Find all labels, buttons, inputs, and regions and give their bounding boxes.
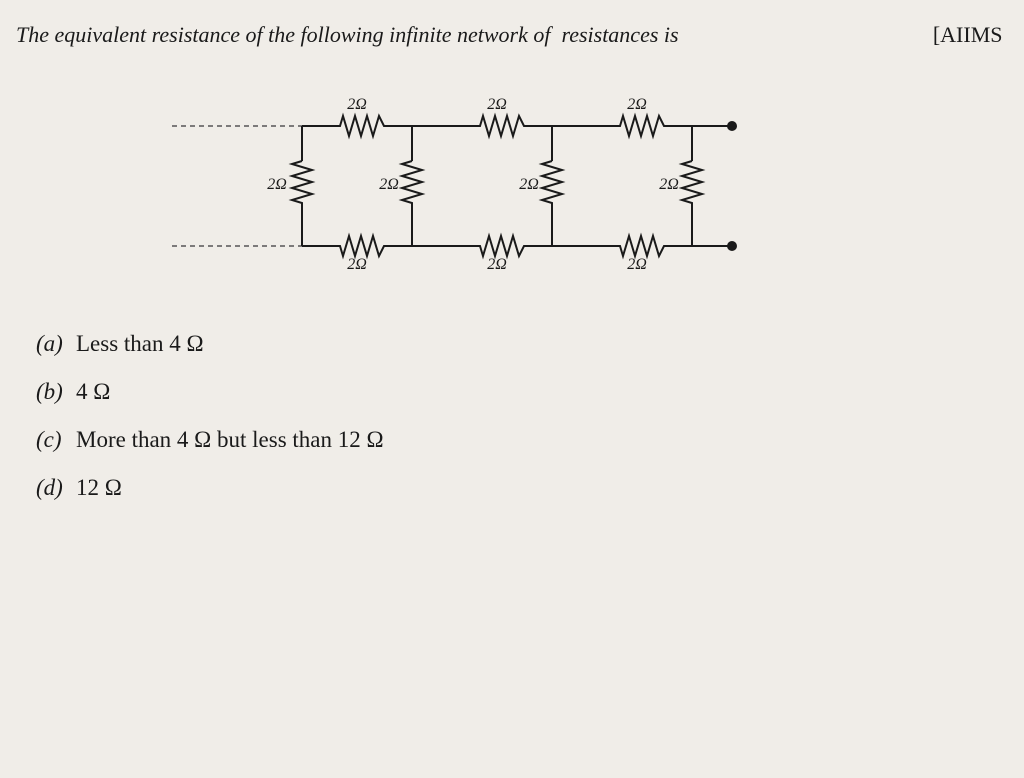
option-d-label: (d) xyxy=(36,475,64,501)
option-a: (a) Less than 4 Ω xyxy=(36,331,1008,357)
option-d: (d) 12 Ω xyxy=(36,475,1008,501)
svg-text:2Ω: 2Ω xyxy=(379,176,399,193)
svg-text:2Ω: 2Ω xyxy=(487,96,507,113)
question-container: The equivalent resistance of the followi… xyxy=(16,18,1008,501)
svg-text:2Ω: 2Ω xyxy=(347,96,367,113)
option-c-label: (c) xyxy=(36,427,64,453)
option-b: (b) 4 Ω xyxy=(36,379,1008,405)
svg-text:2Ω: 2Ω xyxy=(627,96,647,113)
option-b-label: (b) xyxy=(36,379,64,405)
option-a-text: Less than 4 Ω xyxy=(76,331,204,357)
svg-text:2Ω: 2Ω xyxy=(627,256,647,273)
svg-text:2Ω: 2Ω xyxy=(659,176,679,193)
option-b-text: 4 Ω xyxy=(76,379,110,405)
svg-text:2Ω: 2Ω xyxy=(267,176,287,193)
options-list: (a) Less than 4 Ω (b) 4 Ω (c) More than … xyxy=(16,331,1008,501)
option-a-label: (a) xyxy=(36,331,64,357)
option-c-text: More than 4 Ω but less than 12 Ω xyxy=(76,427,384,453)
circuit-diagram: .wire { stroke: #1a1a1a; stroke-width: 2… xyxy=(162,71,862,301)
svg-text:2Ω: 2Ω xyxy=(519,176,539,193)
source-tag: [AIIMS xyxy=(933,18,1008,51)
svg-text:2Ω: 2Ω xyxy=(487,256,507,273)
option-d-text: 12 Ω xyxy=(76,475,122,501)
svg-text:2Ω: 2Ω xyxy=(347,256,367,273)
option-c: (c) More than 4 Ω but less than 12 Ω xyxy=(36,427,1008,453)
question-text: The equivalent resistance of the followi… xyxy=(16,18,1008,51)
